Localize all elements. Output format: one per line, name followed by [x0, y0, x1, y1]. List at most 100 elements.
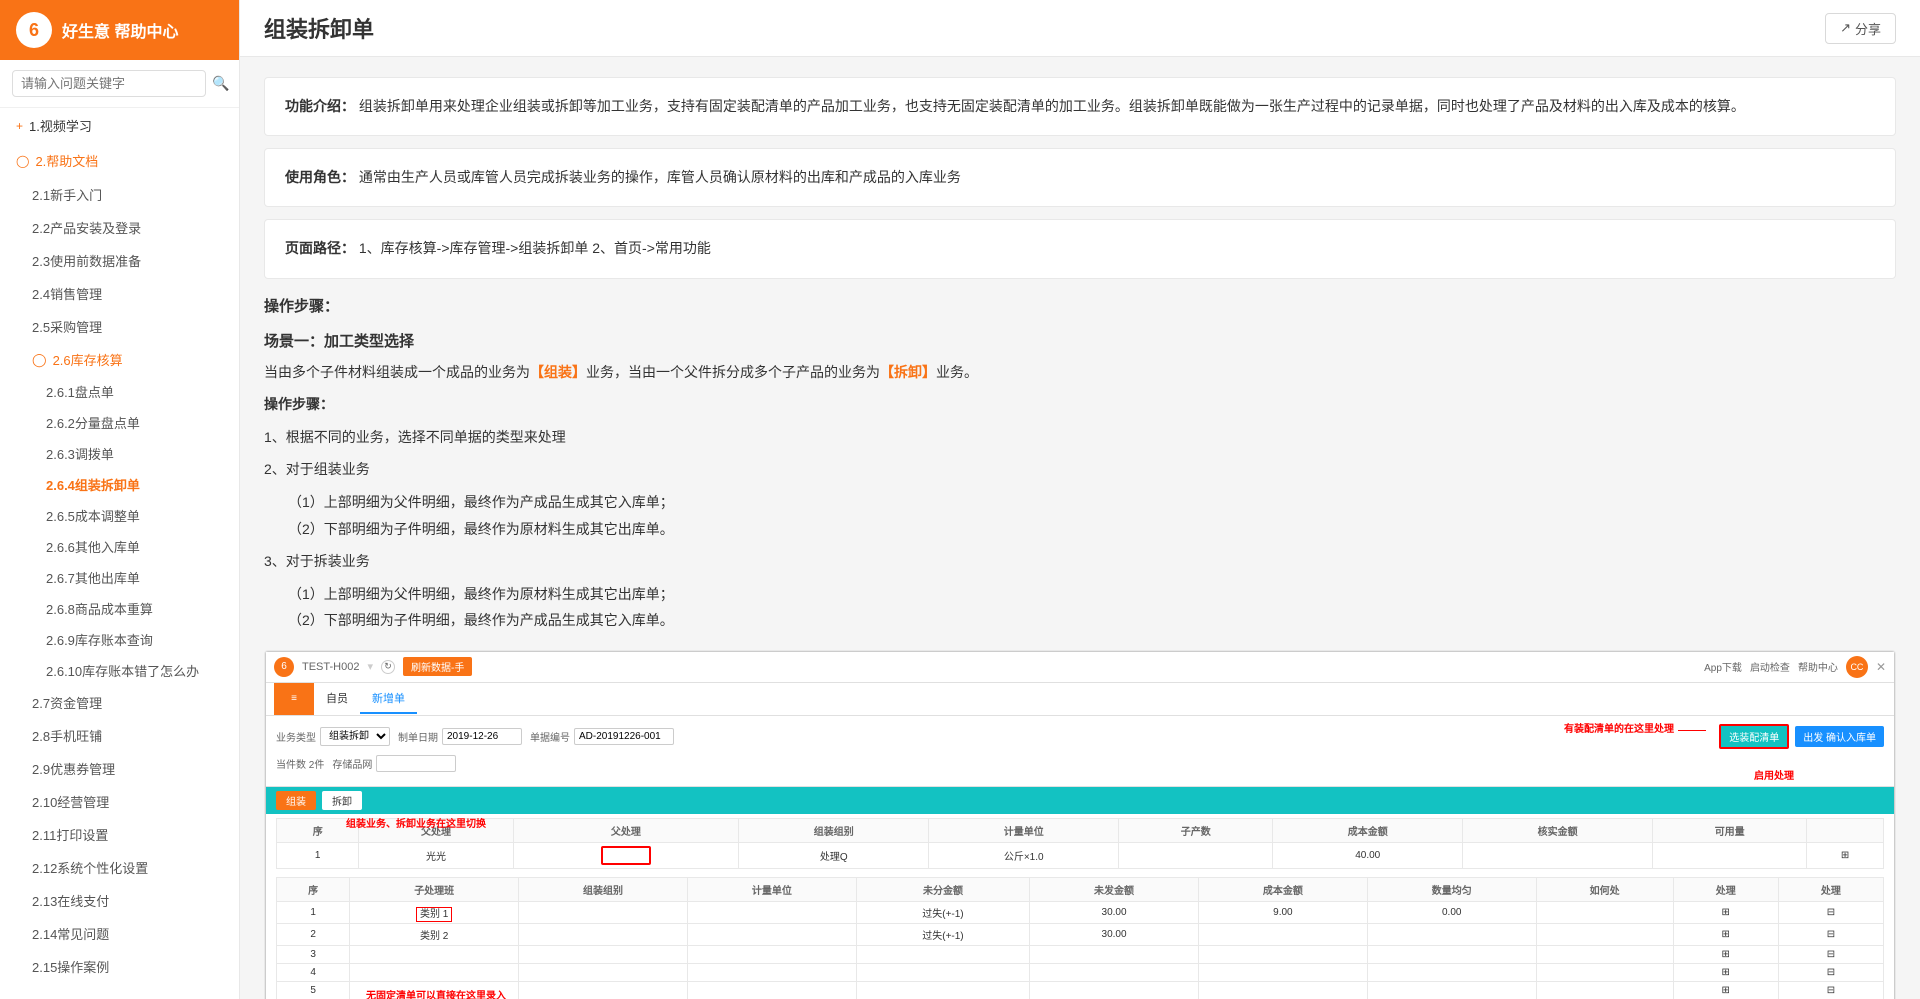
mock-type-select[interactable]: 组装拆卸 [320, 727, 390, 746]
mock-table1-col-qty: 子产数 [1119, 818, 1273, 842]
sidebar-item-2-10[interactable]: 2.10经营管理 [0, 785, 239, 818]
mock-add-btn[interactable]: 刷新数据-手 [403, 657, 472, 676]
sidebar-item-2-1[interactable]: 2.1新手入门 [0, 178, 239, 211]
sidebar-item-2-12[interactable]: 2.12系统个性化设置 [0, 851, 239, 884]
mock-assembly-area: 选装配清单 出发 确认入库单 [1719, 724, 1884, 749]
table-row: 2 类别 2 过失(+-1) 30.00 ⊞ [277, 923, 1884, 945]
mock-org: TEST-H002 [302, 661, 359, 673]
mock-date-input[interactable] [442, 728, 522, 745]
sidebar-item-2-6-5[interactable]: 2.6.5成本调整单 [0, 500, 239, 531]
role-block: 使用角色： 通常由生产人员或库管人员完成拆装业务的操作，库管人员确认原材料的出库… [264, 148, 1896, 207]
mock-field-date: 制单日期 [398, 728, 522, 745]
mock-tab-home[interactable]: 自员 [314, 684, 360, 714]
mock-screenshot: 6 TEST-H002 ▾ ↻ 刷新数据-手 App下载 启动检查 帮助中心 C… [265, 651, 1895, 999]
sidebar-item-2-9[interactable]: 2.9优惠券管理 [0, 752, 239, 785]
sidebar-item-2-2[interactable]: 2.2产品安装及登录 [0, 211, 239, 244]
mock-startup: 启动检查 [1750, 659, 1790, 674]
mock-field-number: 单据编号 [530, 728, 674, 745]
mock-number-label: 单据编号 [530, 729, 570, 744]
path-block: 页面路径： 1、库存核算->库存管理->组装拆卸单 2、首页->常用功能 [264, 219, 1896, 278]
mock-tab-new[interactable]: 新增单 [360, 684, 417, 714]
mock-sidebar-toggle: ≡ [274, 683, 314, 715]
sidebar-brand-title: 好生意 帮助中心 [62, 18, 178, 42]
mock-date-label: 制单日期 [398, 729, 438, 744]
sidebar-item-2-6-10[interactable]: 2.6.10库存账本错了怎么办 [0, 655, 239, 686]
sidebar-item-2-6-9[interactable]: 2.6.9库存账本查询 [0, 624, 239, 655]
sidebar-item-docs[interactable]: ◯ 2.帮助文档 [0, 143, 239, 178]
path-label: 页面路径： [285, 240, 355, 256]
mock-t2-child: 子处理班 [350, 877, 519, 901]
search-input[interactable] [12, 70, 206, 97]
search-box: 🔍 [0, 60, 239, 108]
nav-section: + 1.视频学习 ◯ 2.帮助文档 2.1新手入门 2.2产品安装及登录 2.3… [0, 108, 239, 983]
mock-nav-bar: ≡ 自员 新增单 [266, 683, 1894, 716]
mock-table2-wrapper: 序 子处理班 组装组别 计量单位 未分金额 未发金额 成本金额 数量均匀 如何处 [266, 873, 1894, 999]
sidebar-item-2-6-3[interactable]: 2.6.3调拨单 [0, 438, 239, 469]
annotation-label-1: 有装配清单的在这里处理 [1564, 720, 1674, 735]
mock-t2-even: 数量均匀 [1367, 877, 1536, 901]
mock-t2-group: 组装组别 [519, 877, 688, 901]
collapse-icon-2-6: ◯ [32, 352, 47, 368]
table-row: 1 光光 处理Q 公斤×1.0 40.00 ⊞ [277, 842, 1884, 868]
mock-number-input[interactable] [574, 728, 674, 745]
table-row: 4⊞⊟ [277, 963, 1884, 981]
sidebar-item-2-5[interactable]: 2.5采购管理 [0, 310, 239, 343]
mock-t1-input[interactable] [601, 846, 651, 865]
sidebar-item-2-11[interactable]: 2.11打印设置 [0, 818, 239, 851]
sidebar-header: 6 好生意 帮助中心 [0, 0, 239, 60]
mock-t2-unit: 计量单位 [687, 877, 856, 901]
logo-icon: 6 [16, 12, 52, 48]
sidebar-item-2-6[interactable]: ◯ 2.6库存核算 [0, 343, 239, 376]
mock-table1-col-cost: 成本金额 [1273, 818, 1463, 842]
mock-top-bar: 6 TEST-H002 ▾ ↻ 刷新数据-手 App下载 启动检查 帮助中心 C… [266, 652, 1894, 683]
sidebar-item-2-6-7[interactable]: 2.6.7其他出库单 [0, 562, 239, 593]
sidebar-item-2-4[interactable]: 2.4销售管理 [0, 277, 239, 310]
mock-t2-unsent: 未发金额 [1030, 877, 1199, 901]
mock-warehouse-input[interactable] [376, 755, 456, 772]
mock-refresh-icon[interactable]: ↻ [381, 660, 395, 674]
mock-t2-how: 如何处 [1536, 877, 1673, 901]
sidebar-item-2-13[interactable]: 2.13在线支付 [0, 884, 239, 917]
mock-t2-unfund: 未分金额 [856, 877, 1029, 901]
role-text: 通常由生产人员或库管人员完成拆装业务的操作，库管人员确认原材料的出库和产成品的入… [359, 169, 961, 185]
annotation-label-2: 组装业务、拆卸业务在这里切换 [346, 815, 486, 830]
mock-warehouse-field: 存储品网 [332, 755, 456, 772]
mock-logo: 6 [274, 657, 294, 677]
mock-table1: 序 父处理 父处理 组装组别 计量单位 子产数 成本金额 核实金额 可用量 [276, 818, 1884, 869]
collapse-icon: ◯ [16, 154, 29, 168]
mock-confirm-btn[interactable]: 出发 确认入库单 [1795, 726, 1884, 747]
step3: 3、对于拆装业务 [264, 548, 1896, 575]
sidebar-item-2-15[interactable]: 2.15操作案例 [0, 950, 239, 983]
sidebar-item-2-6-2[interactable]: 2.6.2分量盘点单 [0, 407, 239, 438]
mock-disassembly-type-btn[interactable]: 拆卸 [322, 791, 362, 810]
mock-type-switch-bar: 组装 拆卸 组装业务、拆卸业务在这里切换 启用处理 [266, 787, 1894, 814]
search-icon[interactable]: 🔍 [212, 75, 229, 92]
step2: 2、对于组装业务 [264, 456, 1896, 483]
mock-t2-cost: 成本金额 [1198, 877, 1367, 901]
mock-form-area: 业务类型 组装拆卸 制单日期 单据编号 [266, 716, 1894, 787]
mock-t2-handle: 处理 [1673, 877, 1778, 901]
share-button[interactable]: ↗ 分享 [1825, 13, 1896, 44]
sidebar-item-2-8[interactable]: 2.8手机旺铺 [0, 719, 239, 752]
sidebar-item-2-6-1[interactable]: 2.6.1盘点单 [0, 376, 239, 407]
sidebar-item-2-14[interactable]: 2.14常见问题 [0, 917, 239, 950]
step3-2: （2）下部明细为子件明细，最终作为产成品生成其它入库单。 [288, 607, 1896, 634]
mock-close-icon[interactable]: ✕ [1876, 660, 1886, 674]
mock-warehouse-label: 存储品网 [332, 756, 372, 771]
mock-t2-seq: 序 [277, 877, 350, 901]
table-row: 5⊞⊟ [277, 981, 1884, 999]
sidebar-item-2-6-4[interactable]: 2.6.4组装拆卸单 [0, 469, 239, 500]
steps-title: 操作步骤： [264, 295, 1896, 316]
mock-t2-act: 处理 [1778, 877, 1883, 901]
mock-assembly-btn[interactable]: 选装配清单 [1719, 724, 1789, 749]
sidebar-item-2-6-6[interactable]: 2.6.6其他入库单 [0, 531, 239, 562]
mock-table2: 序 子处理班 组装组别 计量单位 未分金额 未发金额 成本金额 数量均匀 如何处 [276, 877, 1884, 999]
table-row: 1 类别 1 过失(+-1) 30.00 9.00 0.00 ⊞ [277, 901, 1884, 923]
mock-assembly-type-btn[interactable]: 组装 [276, 791, 316, 810]
sidebar-item-2-3[interactable]: 2.3使用前数据准备 [0, 244, 239, 277]
sidebar-item-2-7[interactable]: 2.7资金管理 [0, 686, 239, 719]
sidebar-item-video[interactable]: + 1.视频学习 [0, 108, 239, 143]
sidebar-item-2-6-8[interactable]: 2.6.8商品成本重算 [0, 593, 239, 624]
mock-avatar: CC [1846, 656, 1868, 678]
intro-block: 功能介绍： 组装拆卸单用来处理企业组装或拆卸等加工业务，支持有固定装配清单的产品… [264, 77, 1896, 136]
